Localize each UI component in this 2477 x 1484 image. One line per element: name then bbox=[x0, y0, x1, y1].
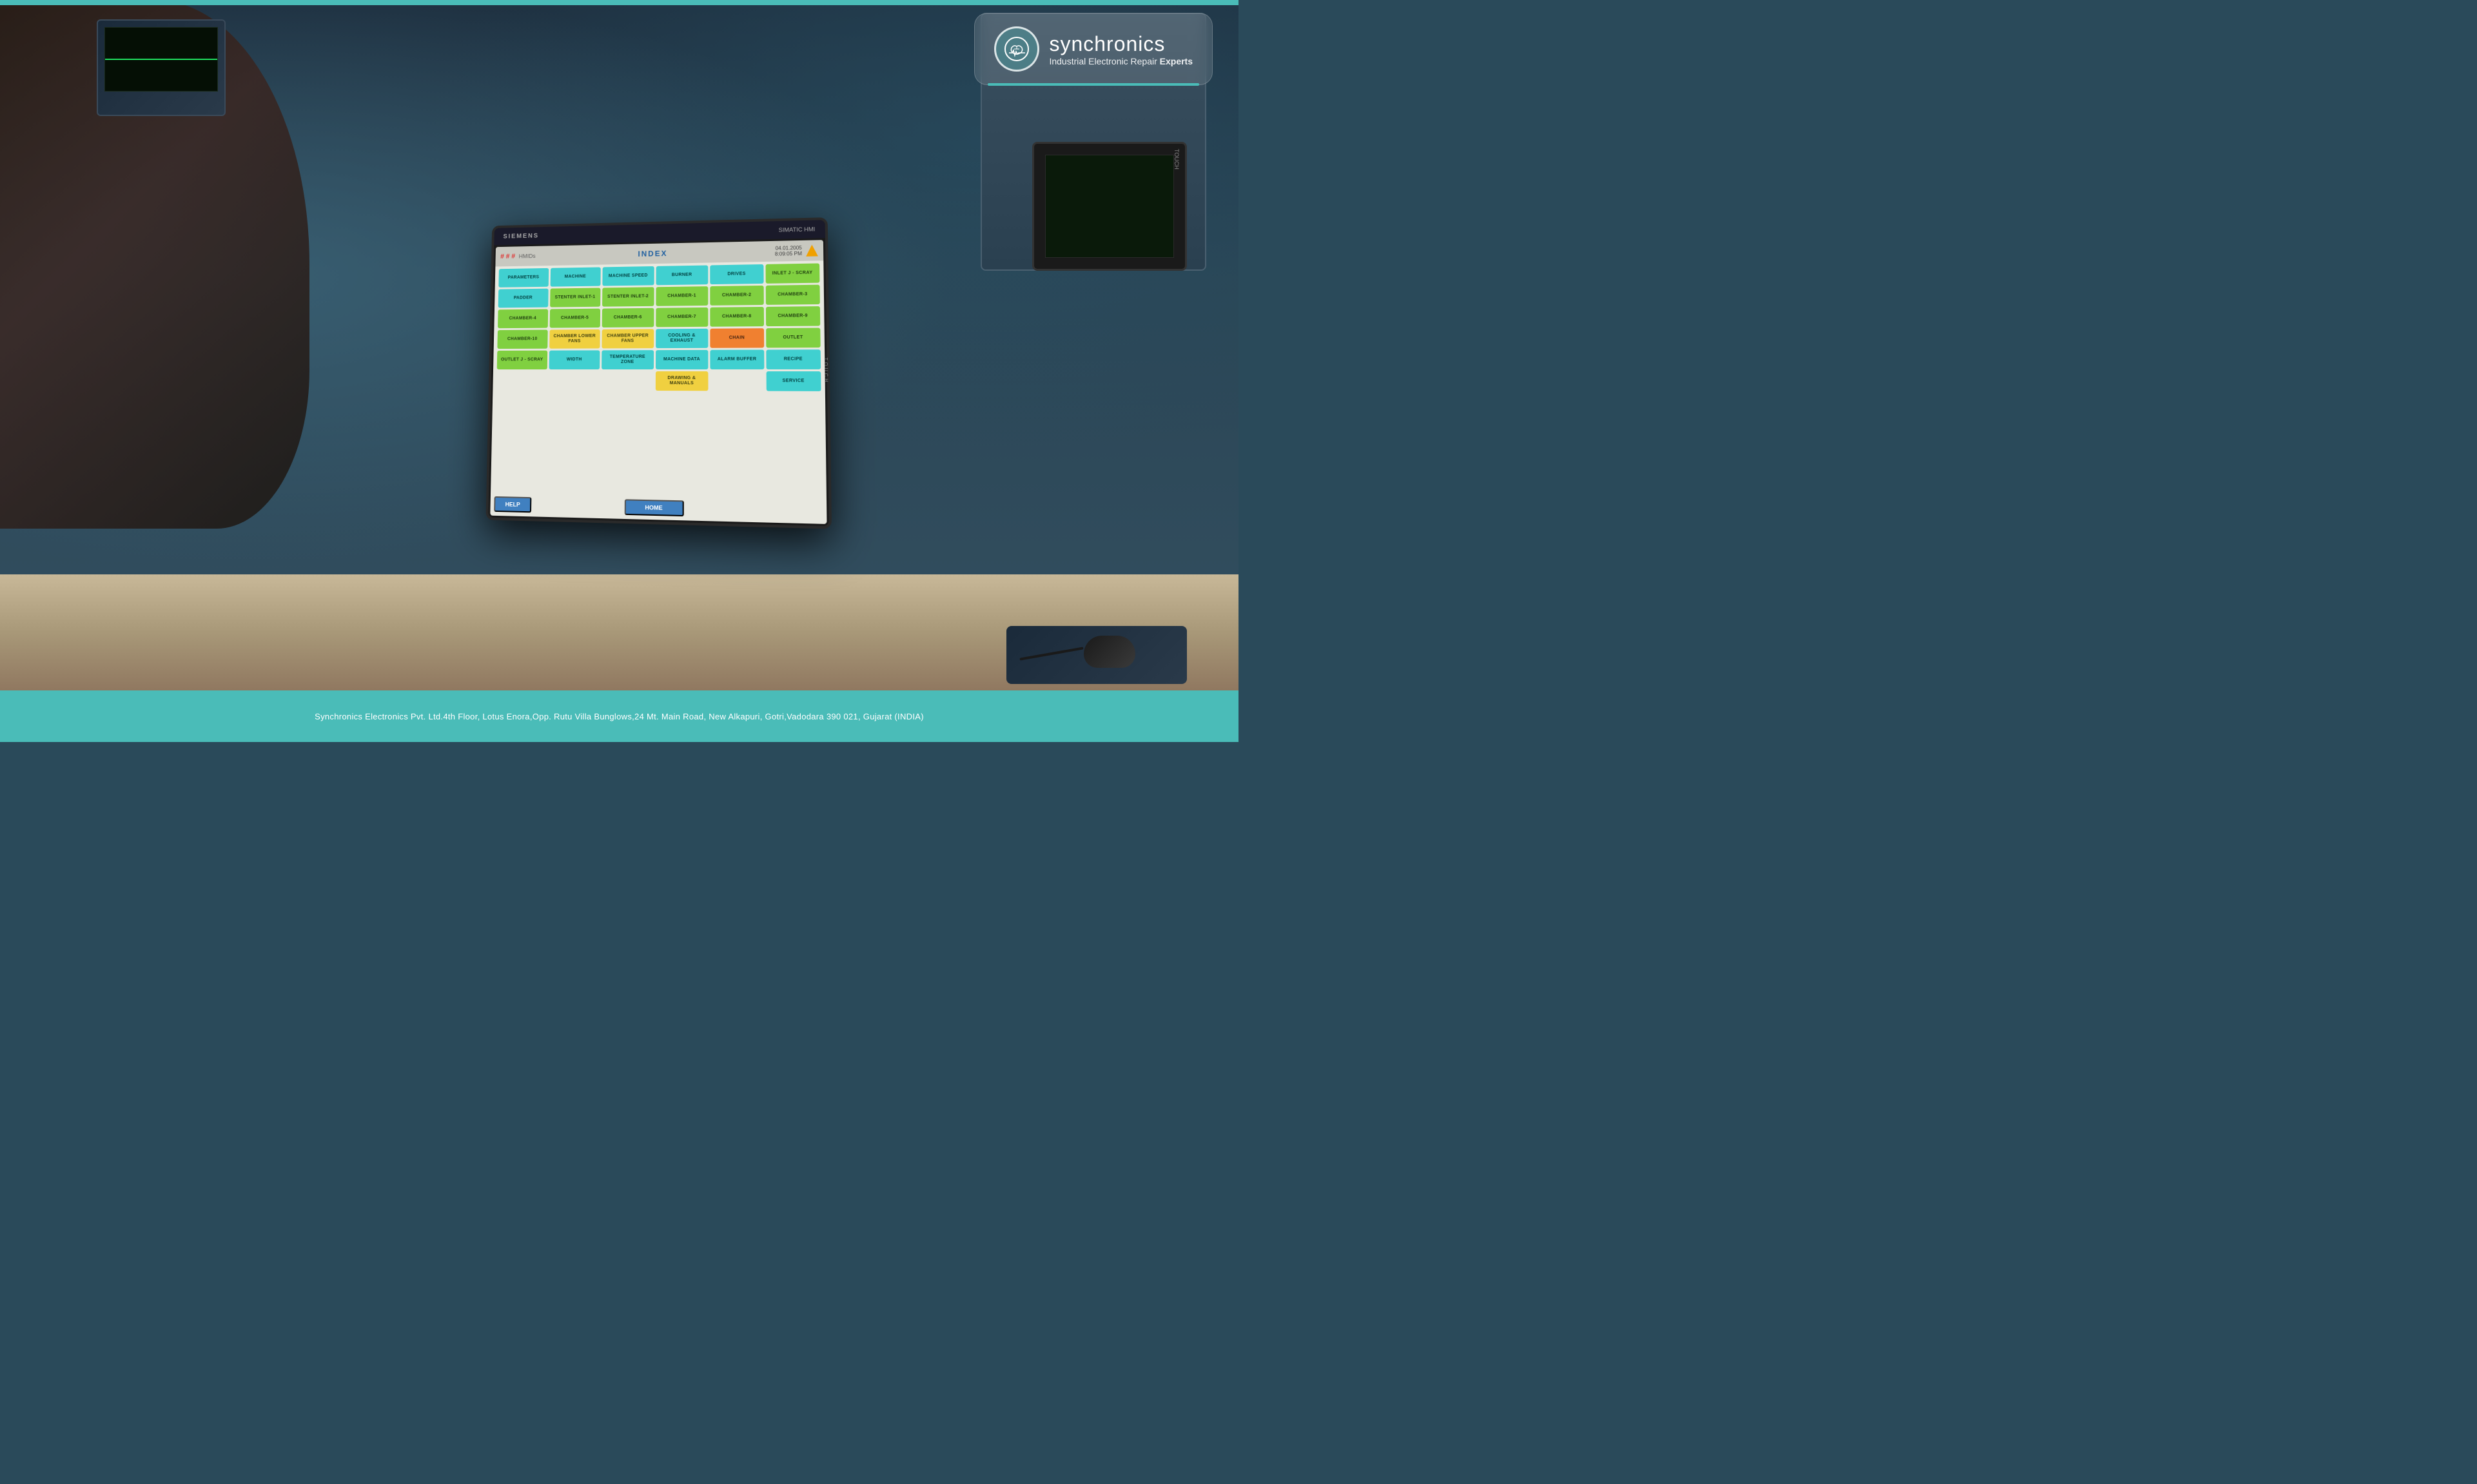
btn-chamber-3[interactable]: CHAMBER-3 bbox=[765, 285, 820, 305]
btn-outlet[interactable]: OUTLET bbox=[766, 328, 821, 348]
secondary-monitor: TOUCH bbox=[1032, 142, 1187, 271]
btn-chamber-2[interactable]: CHAMBER-2 bbox=[710, 286, 763, 306]
hmi-bottom-bar: HELP HOME bbox=[494, 496, 823, 520]
hmi-model-label: SIMATIC HMI bbox=[779, 226, 816, 233]
hmi-screen: # # # HMIDs INDEX 04.01.2005 8:09:05 PM … bbox=[490, 240, 827, 524]
btn-drawing-manuals[interactable]: Drawing & Manuals bbox=[655, 371, 708, 391]
hmi-index-title: INDEX bbox=[539, 247, 770, 260]
btn-chamber-lower-fans[interactable]: CHAMBER LOWER FANS bbox=[549, 329, 600, 349]
tagline-bold: Experts bbox=[1160, 56, 1193, 66]
siemens-brand: SIEMENS bbox=[503, 232, 539, 240]
hmi-hash-display: # # # bbox=[500, 253, 515, 260]
touch-label-right: TOUCH bbox=[1173, 149, 1180, 170]
tagline-normal: Industrial Electronic Repair bbox=[1049, 56, 1159, 66]
logo-text-block: synchronics Industrial Electronic Repair… bbox=[1049, 32, 1193, 66]
help-button[interactable]: HELP bbox=[494, 496, 531, 513]
logo-container: synchronics Industrial Electronic Repair… bbox=[974, 13, 1213, 85]
hmi-row-2: PADDER STENTER INLET-1 STENTER INLET-2 C… bbox=[498, 285, 820, 308]
hmi-button-grid: PARAMETERS MACHINE MACHINE SPEED BURNER … bbox=[493, 260, 825, 394]
computer-mouse bbox=[1084, 636, 1135, 668]
btn-chamber-1[interactable]: CHAMBER-1 bbox=[656, 286, 708, 306]
btn-inlet-j-scray[interactable]: INLET J - SCRAY bbox=[765, 263, 819, 283]
btn-empty-3 bbox=[602, 371, 654, 391]
btn-chain[interactable]: CHAIN bbox=[710, 328, 763, 348]
btn-chamber-5[interactable]: CHAMBER-5 bbox=[549, 309, 600, 328]
warning-icon bbox=[806, 244, 818, 256]
home-button[interactable]: HOME bbox=[624, 499, 683, 516]
logo-brand-name: synchronics bbox=[1049, 32, 1193, 56]
btn-empty-4 bbox=[710, 371, 764, 391]
btn-service[interactable]: SERVICE bbox=[766, 371, 821, 391]
btn-empty-1 bbox=[496, 371, 547, 390]
btn-chamber-7[interactable]: CHAMBER-7 bbox=[656, 308, 709, 327]
btn-parameters[interactable]: PARAMETERS bbox=[498, 268, 548, 288]
btn-empty-2 bbox=[549, 371, 600, 391]
logo-icon-circle bbox=[994, 26, 1039, 72]
oscilloscope bbox=[97, 19, 226, 116]
hmi-row-5: OUTLET J - SCRAY WIDTH TEMPERATURE ZONE … bbox=[497, 349, 821, 369]
hmi-row-3: CHAMBER-4 CHAMBER-5 CHAMBER-6 CHAMBER-7 … bbox=[498, 306, 820, 328]
btn-stenter-inlet-2[interactable]: STENTER INLET-2 bbox=[602, 287, 654, 306]
btn-machine-data[interactable]: MACHINE DATA bbox=[656, 350, 709, 369]
footer-address: Synchronics Electronics Pvt. Ltd.4th Flo… bbox=[315, 712, 924, 721]
hmi-time: 8:09:05 PM bbox=[775, 251, 802, 257]
btn-width[interactable]: WIDTH bbox=[549, 350, 600, 369]
btn-chamber-6[interactable]: CHAMBER-6 bbox=[602, 308, 654, 327]
touch-side-label: TOUCH bbox=[823, 358, 828, 384]
hmi-row-4: CHAMBER-10 CHAMBER LOWER FANS CHAMBER UP… bbox=[497, 328, 820, 349]
footer-bar: Synchronics Electronics Pvt. Ltd.4th Flo… bbox=[0, 690, 1238, 742]
hmi-display: SIEMENS SIMATIC HMI # # # HMIDs INDEX 04… bbox=[485, 217, 832, 529]
btn-alarm-buffer[interactable]: ALARM BUFFER bbox=[710, 350, 764, 369]
btn-chamber-4[interactable]: CHAMBER-4 bbox=[498, 309, 548, 329]
btn-machine[interactable]: MACHINE bbox=[550, 267, 601, 286]
btn-recipe[interactable]: RECIPE bbox=[766, 349, 821, 369]
btn-machine-speed[interactable]: MACHINE SPEED bbox=[602, 266, 654, 286]
btn-chamber-upper-fans[interactable]: CHAMBER UPPER FANS bbox=[602, 329, 653, 348]
hmi-row-1: PARAMETERS MACHINE MACHINE SPEED BURNER … bbox=[498, 263, 819, 287]
logo-tagline: Industrial Electronic Repair Experts bbox=[1049, 56, 1193, 66]
btn-burner[interactable]: BURNER bbox=[656, 265, 708, 285]
brain-circuit-icon bbox=[1003, 35, 1032, 64]
btn-stenter-inlet-1[interactable]: STENTER INLET-1 bbox=[550, 288, 601, 307]
hmi-datetime: 04.01.2005 8:09:05 PM bbox=[775, 245, 802, 257]
btn-temperature-zone[interactable]: TEMPERATURE ZONE bbox=[602, 350, 654, 369]
btn-padder[interactable]: PADDER bbox=[498, 289, 549, 308]
btn-drives[interactable]: DRIVES bbox=[710, 264, 763, 284]
btn-cooling-exhaust[interactable]: COOLING & EXHAUST bbox=[656, 329, 709, 348]
btn-chamber-9[interactable]: CHAMBER-9 bbox=[765, 306, 820, 326]
btn-outlet-j-scray[interactable]: OUTLET J - SCRAY bbox=[497, 351, 547, 369]
secondary-monitor-screen bbox=[1045, 155, 1174, 258]
btn-chamber-10[interactable]: CHAMBER-10 bbox=[497, 330, 547, 349]
btn-chamber-8[interactable]: CHAMBER-8 bbox=[710, 307, 763, 327]
hmi-hmids-label: HMIDs bbox=[519, 253, 536, 259]
hmi-row-6: Drawing & Manuals SERVICE bbox=[496, 371, 821, 391]
teal-accent-bar bbox=[0, 0, 1238, 5]
